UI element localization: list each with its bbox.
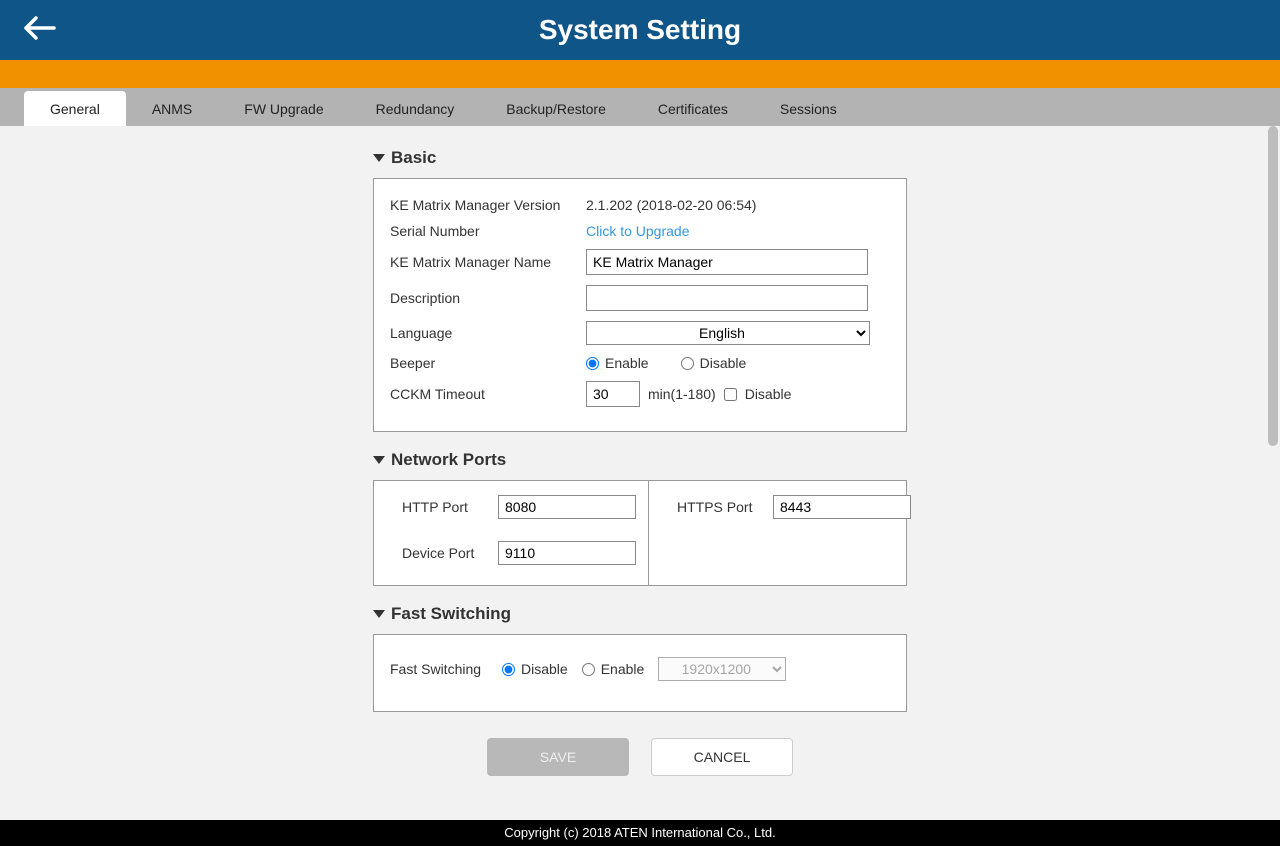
section-fast: Fast Switching Fast Switching Disable En…	[373, 604, 907, 712]
buttons-row: SAVE CANCEL	[487, 738, 793, 776]
cckm-input[interactable]	[586, 381, 640, 407]
content-area: Basic KE Matrix Manager Version 2.1.202 …	[0, 126, 1280, 820]
section-title: Network Ports	[391, 450, 506, 470]
upgrade-link[interactable]: Click to Upgrade	[586, 223, 690, 239]
section-basic: Basic KE Matrix Manager Version 2.1.202 …	[373, 148, 907, 432]
name-input[interactable]	[586, 249, 868, 275]
http-port-label: HTTP Port	[402, 499, 498, 515]
collapse-icon	[373, 456, 385, 464]
beeper-disable-radio[interactable]	[681, 357, 694, 370]
fast-panel: Fast Switching Disable Enable 1920x1200	[373, 634, 907, 712]
fast-enable-radio[interactable]	[582, 663, 595, 676]
section-title: Fast Switching	[391, 604, 511, 624]
tab-backup-restore[interactable]: Backup/Restore	[480, 91, 632, 126]
tab-fw-upgrade[interactable]: FW Upgrade	[218, 91, 349, 126]
scrollbar[interactable]	[1266, 126, 1280, 466]
back-arrow-icon[interactable]	[22, 14, 56, 47]
section-header-network[interactable]: Network Ports	[373, 450, 907, 470]
scrollbar-thumb[interactable]	[1268, 126, 1278, 446]
serial-label: Serial Number	[390, 223, 586, 239]
beeper-enable-text: Enable	[605, 355, 649, 371]
footer: Copyright (c) 2018 ATEN International Co…	[0, 820, 1280, 846]
fast-disable-text: Disable	[521, 661, 568, 677]
beeper-disable-text: Disable	[700, 355, 747, 371]
section-header-fast[interactable]: Fast Switching	[373, 604, 907, 624]
tabs-bar: General ANMS FW Upgrade Redundancy Backu…	[0, 88, 1280, 126]
collapse-icon	[373, 610, 385, 618]
tab-redundancy[interactable]: Redundancy	[350, 91, 481, 126]
language-select[interactable]: English	[586, 321, 870, 345]
basic-panel: KE Matrix Manager Version 2.1.202 (2018-…	[373, 178, 907, 432]
http-port-input[interactable]	[498, 495, 636, 519]
description-input[interactable]	[586, 285, 868, 311]
device-port-label: Device Port	[402, 545, 498, 561]
tab-certificates[interactable]: Certificates	[632, 91, 754, 126]
https-port-label: HTTPS Port	[677, 499, 773, 515]
cckm-range-text: min(1-180)	[648, 386, 716, 402]
language-label: Language	[390, 325, 586, 341]
cancel-button[interactable]: CANCEL	[651, 738, 793, 776]
tab-sessions[interactable]: Sessions	[754, 91, 863, 126]
header: System Setting	[0, 0, 1280, 60]
cckm-disable-checkbox[interactable]	[724, 388, 737, 401]
page-title: System Setting	[539, 14, 741, 46]
section-network: Network Ports HTTP Port Device Port HTTP…	[373, 450, 907, 586]
resolution-select[interactable]: 1920x1200	[658, 657, 786, 681]
tab-general[interactable]: General	[24, 91, 126, 126]
description-label: Description	[390, 290, 586, 306]
tab-anms[interactable]: ANMS	[126, 91, 218, 126]
accent-bar	[0, 60, 1280, 88]
section-title: Basic	[391, 148, 436, 168]
save-button[interactable]: SAVE	[487, 738, 629, 776]
cckm-disable-text: Disable	[745, 386, 792, 402]
collapse-icon	[373, 154, 385, 162]
device-port-input[interactable]	[498, 541, 636, 565]
name-label: KE Matrix Manager Name	[390, 254, 586, 270]
cckm-label: CCKM Timeout	[390, 386, 586, 402]
fast-label: Fast Switching	[390, 661, 488, 677]
https-port-input[interactable]	[773, 495, 911, 519]
fast-enable-text: Enable	[601, 661, 645, 677]
version-value: 2.1.202 (2018-02-20 06:54)	[586, 197, 890, 213]
beeper-label: Beeper	[390, 355, 586, 371]
version-label: KE Matrix Manager Version	[390, 197, 586, 213]
beeper-enable-radio[interactable]	[586, 357, 599, 370]
fast-disable-radio[interactable]	[502, 663, 515, 676]
section-header-basic[interactable]: Basic	[373, 148, 907, 168]
network-panel: HTTP Port Device Port HTTPS Port	[373, 480, 907, 586]
